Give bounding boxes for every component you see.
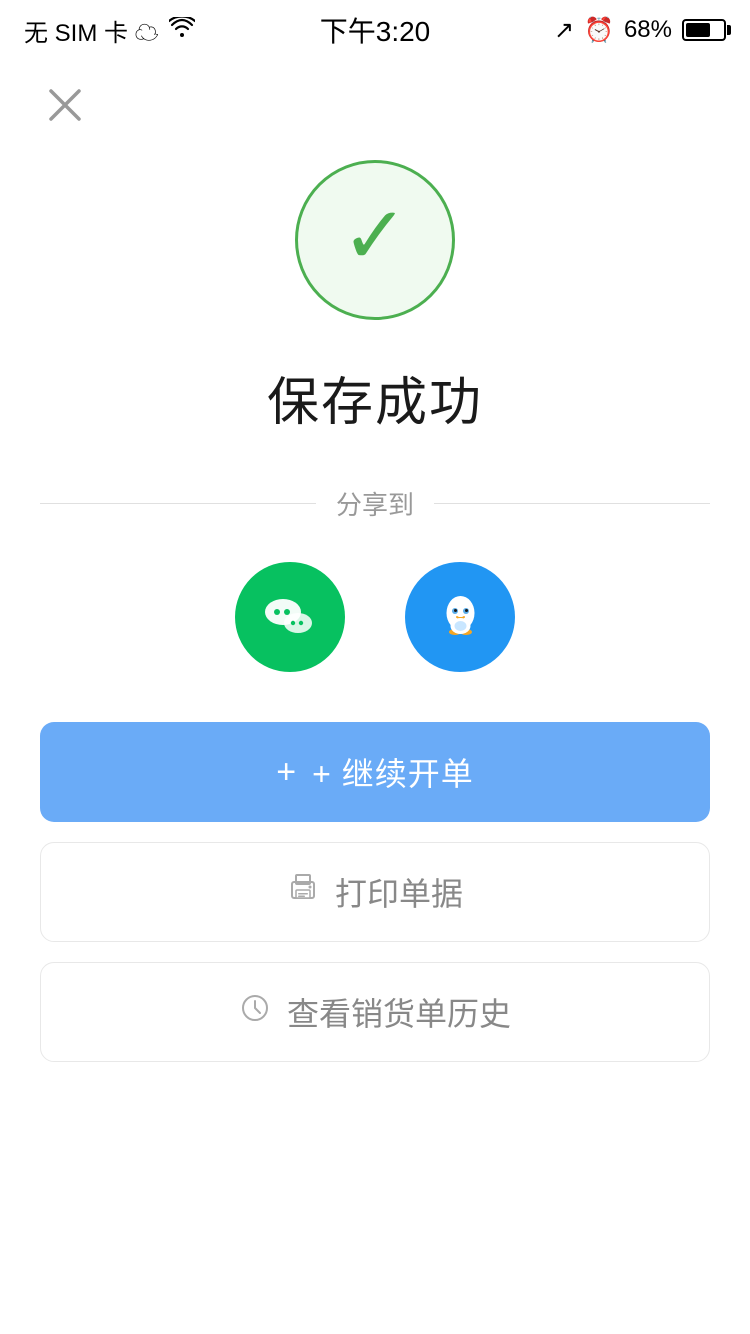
print-icon (287, 872, 319, 912)
status-left: 无 SIM 卡 ☁ (24, 13, 195, 48)
alarm-icon: ⏰ (584, 16, 614, 45)
share-icons (40, 562, 710, 672)
wechat-share-button[interactable] (235, 562, 345, 672)
close-button[interactable] (40, 80, 90, 130)
share-divider: 分享到 (40, 485, 710, 522)
location-icon: ↗ (554, 16, 574, 45)
print-button[interactable]: 打印单据 (40, 842, 710, 942)
status-time: 下午3:20 (320, 10, 431, 50)
close-button-container (40, 60, 710, 160)
continue-button[interactable]: + + 继续开单 (40, 722, 710, 822)
continue-icon: + (276, 753, 296, 792)
success-title: 保存成功 (267, 360, 483, 435)
share-section: 分享到 (40, 485, 710, 672)
history-button[interactable]: 查看销货单历史 (40, 962, 710, 1062)
continue-label: + 继续开单 (312, 749, 474, 795)
sim-label: 无 SIM 卡 ☁ (24, 13, 159, 48)
main-content: ✓ 保存成功 分享到 (0, 60, 750, 1062)
history-label: 查看销货单历史 (287, 989, 511, 1035)
status-right: ↗ ⏰ 68% (554, 16, 726, 45)
share-label: 分享到 (336, 485, 414, 522)
checkmark-icon: ✓ (341, 196, 408, 276)
success-icon: ✓ (295, 160, 455, 320)
battery-percent: 68% (624, 16, 672, 44)
qq-share-button[interactable] (405, 562, 515, 672)
print-label: 打印单据 (335, 869, 463, 915)
status-bar: 无 SIM 卡 ☁ 下午3:20 ↗ ⏰ 68% (0, 0, 750, 60)
battery-icon (682, 19, 726, 41)
history-icon (239, 992, 271, 1032)
action-buttons: + + 继续开单 打印单据 (40, 722, 710, 1062)
wifi-icon (169, 16, 195, 44)
